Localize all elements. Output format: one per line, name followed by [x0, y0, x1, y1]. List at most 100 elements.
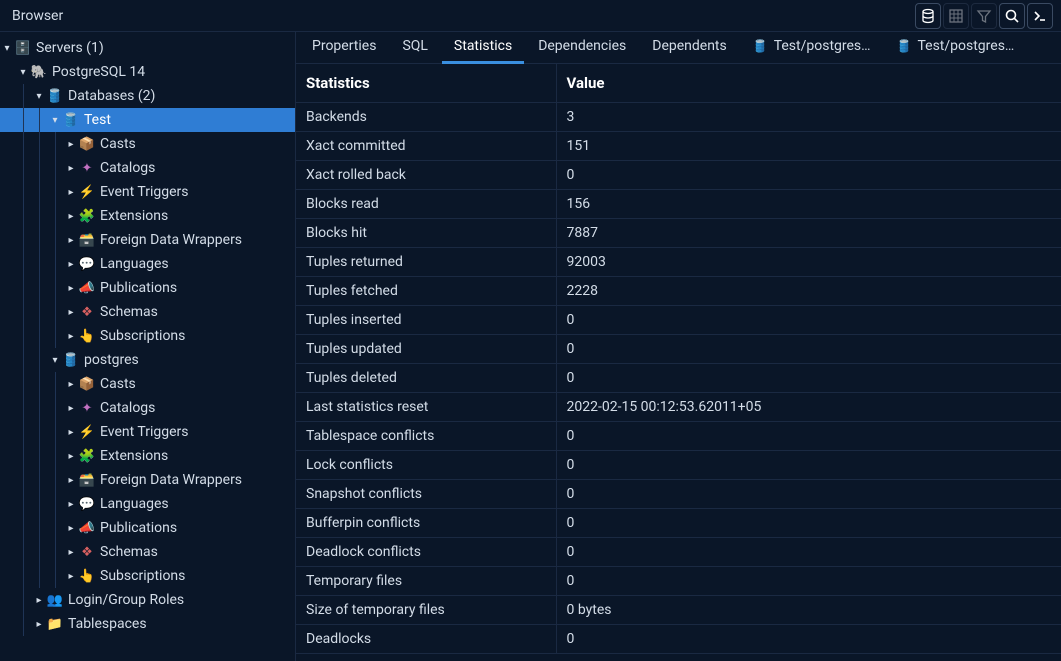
tree-node-label: Languages	[100, 256, 169, 272]
tree-node[interactable]: ▸⚡ Event Triggers	[0, 420, 295, 444]
tree-node[interactable]: ▸👆Subscriptions	[0, 324, 295, 348]
search-icon[interactable]	[999, 3, 1025, 29]
chevron-right-icon[interactable]: ▸	[64, 379, 78, 390]
tree-node[interactable]: ▾🛢️Databases (2)	[0, 84, 295, 108]
tree-node-label: Login/Group Roles	[68, 592, 184, 608]
stat-value: 0	[556, 625, 1061, 654]
chevron-right-icon[interactable]: ▸	[64, 163, 78, 174]
tree-node-label: Extensions	[100, 448, 168, 464]
tab-label: Properties	[312, 38, 376, 54]
fdw-icon: 🗃️	[78, 473, 96, 488]
browser-title: Browser	[0, 8, 75, 24]
catalog-icon: ✦	[78, 161, 96, 176]
chevron-down-icon[interactable]: ▾	[48, 355, 62, 366]
chevron-down-icon[interactable]: ▾	[32, 91, 46, 102]
chevron-right-icon[interactable]: ▸	[64, 427, 78, 438]
tab[interactable]: Dependents	[640, 32, 738, 64]
tab[interactable]: 🛢️Test/postgres…	[885, 32, 1027, 64]
tab[interactable]: Properties	[300, 32, 388, 64]
tree-node[interactable]: ▸✦Catalogs	[0, 396, 295, 420]
stat-value: 2022-02-15 00:12:53.62011+05	[556, 393, 1061, 422]
tree-node[interactable]: ▸👥Login/Group Roles	[0, 588, 295, 612]
chevron-down-icon[interactable]: ▾	[48, 115, 62, 126]
tree-node[interactable]: ▸📦Casts	[0, 132, 295, 156]
chevron-right-icon[interactable]: ▸	[64, 403, 78, 414]
tree-node[interactable]: ▸❖Schemas	[0, 540, 295, 564]
chevron-right-icon[interactable]: ▸	[64, 259, 78, 270]
stat-value: 0	[556, 567, 1061, 596]
tree-node-label: Subscriptions	[100, 568, 185, 584]
tree-node-label: PostgreSQL 14	[52, 64, 145, 80]
servers-icon: 🗄️	[14, 41, 32, 56]
tree-node[interactable]: ▾🛢️ postgres	[0, 348, 295, 372]
stat-name: Tuples returned	[296, 248, 556, 277]
tree-node[interactable]: ▸📦Casts	[0, 372, 295, 396]
table-row: Deadlock conflicts0	[296, 538, 1061, 567]
grid-icon	[943, 3, 969, 29]
stat-name: Temporary files	[296, 567, 556, 596]
chevron-right-icon[interactable]: ▸	[64, 571, 78, 582]
trigger-icon: ⚡	[78, 425, 96, 440]
db-gold-icon: 🛢️	[62, 353, 80, 368]
table-row: Blocks read156	[296, 190, 1061, 219]
tab-label: SQL	[402, 38, 427, 54]
stat-name: Size of temporary files	[296, 596, 556, 625]
tree-node[interactable]: ▸💬Languages	[0, 252, 295, 276]
tree-node[interactable]: ▸⚡Event Triggers	[0, 180, 295, 204]
tree-node[interactable]: ▸✦Catalogs	[0, 156, 295, 180]
tab[interactable]: Statistics	[442, 32, 524, 64]
cast-icon: 📦	[78, 137, 96, 152]
chevron-right-icon[interactable]: ▸	[64, 139, 78, 150]
tree-node-label: Extensions	[100, 208, 168, 224]
stat-name: Deadlocks	[296, 625, 556, 654]
chevron-right-icon[interactable]: ▸	[64, 211, 78, 222]
tree-node[interactable]: ▾🗄️Servers (1)	[0, 36, 295, 60]
tree-node[interactable]: ▸💬Languages	[0, 492, 295, 516]
chevron-right-icon[interactable]: ▸	[64, 523, 78, 534]
stat-value: 151	[556, 132, 1061, 161]
tree-node[interactable]: ▸🗃️Foreign Data Wrappers	[0, 228, 295, 252]
chevron-right-icon[interactable]: ▸	[64, 451, 78, 462]
chevron-down-icon[interactable]: ▾	[16, 67, 30, 78]
chevron-right-icon[interactable]: ▸	[64, 307, 78, 318]
tree-node-label: Publications	[100, 280, 177, 296]
chevron-down-icon[interactable]: ▾	[0, 43, 14, 54]
chevron-right-icon[interactable]: ▸	[64, 475, 78, 486]
chevron-right-icon[interactable]: ▸	[64, 235, 78, 246]
tree-node[interactable]: ▸🧩 Extensions	[0, 444, 295, 468]
table-row: Last statistics reset2022-02-15 00:12:53…	[296, 393, 1061, 422]
tree-node[interactable]: ▸📁Tablespaces	[0, 612, 295, 636]
chevron-right-icon[interactable]: ▸	[32, 619, 46, 630]
fdw-icon: 🗃️	[78, 233, 96, 248]
chevron-right-icon[interactable]: ▸	[64, 547, 78, 558]
schema-icon: ❖	[78, 545, 96, 560]
stat-name: Tuples updated	[296, 335, 556, 364]
tree-node-label: Event Triggers	[100, 424, 189, 440]
chevron-right-icon[interactable]: ▸	[64, 283, 78, 294]
tree-node[interactable]: ▾🛢️Test	[0, 108, 295, 132]
tree-node[interactable]: ▸🧩Extensions	[0, 204, 295, 228]
chevron-right-icon[interactable]: ▸	[64, 331, 78, 342]
chevron-right-icon[interactable]: ▸	[64, 499, 78, 510]
tree-node[interactable]: ▸📣Publications	[0, 276, 295, 300]
tree-node[interactable]: ▸📣Publications	[0, 516, 295, 540]
tree-node-label: postgres	[84, 352, 139, 368]
table-row: Tuples fetched2228	[296, 277, 1061, 306]
stat-name: Tuples deleted	[296, 364, 556, 393]
tree-node-label: Tablespaces	[68, 616, 147, 632]
tree-node[interactable]: ▸❖Schemas	[0, 300, 295, 324]
tab[interactable]: Dependencies	[526, 32, 638, 64]
tab[interactable]: SQL	[390, 32, 439, 64]
tree-node[interactable]: ▸👆Subscriptions	[0, 564, 295, 588]
chevron-right-icon[interactable]: ▸	[32, 595, 46, 606]
tab[interactable]: 🛢️Test/postgres…	[741, 32, 883, 64]
chevron-right-icon[interactable]: ▸	[64, 187, 78, 198]
tree-node[interactable]: ▾🐘PostgreSQL 14	[0, 60, 295, 84]
tree-node[interactable]: ▸🗃️Foreign Data Wrappers	[0, 468, 295, 492]
ext-icon: 🧩	[78, 449, 96, 464]
stats-header: Value	[556, 64, 1061, 103]
db-icon[interactable]	[915, 3, 941, 29]
stat-value: 0 bytes	[556, 596, 1061, 625]
terminal-icon[interactable]	[1027, 3, 1053, 29]
table-row: Xact rolled back0	[296, 161, 1061, 190]
